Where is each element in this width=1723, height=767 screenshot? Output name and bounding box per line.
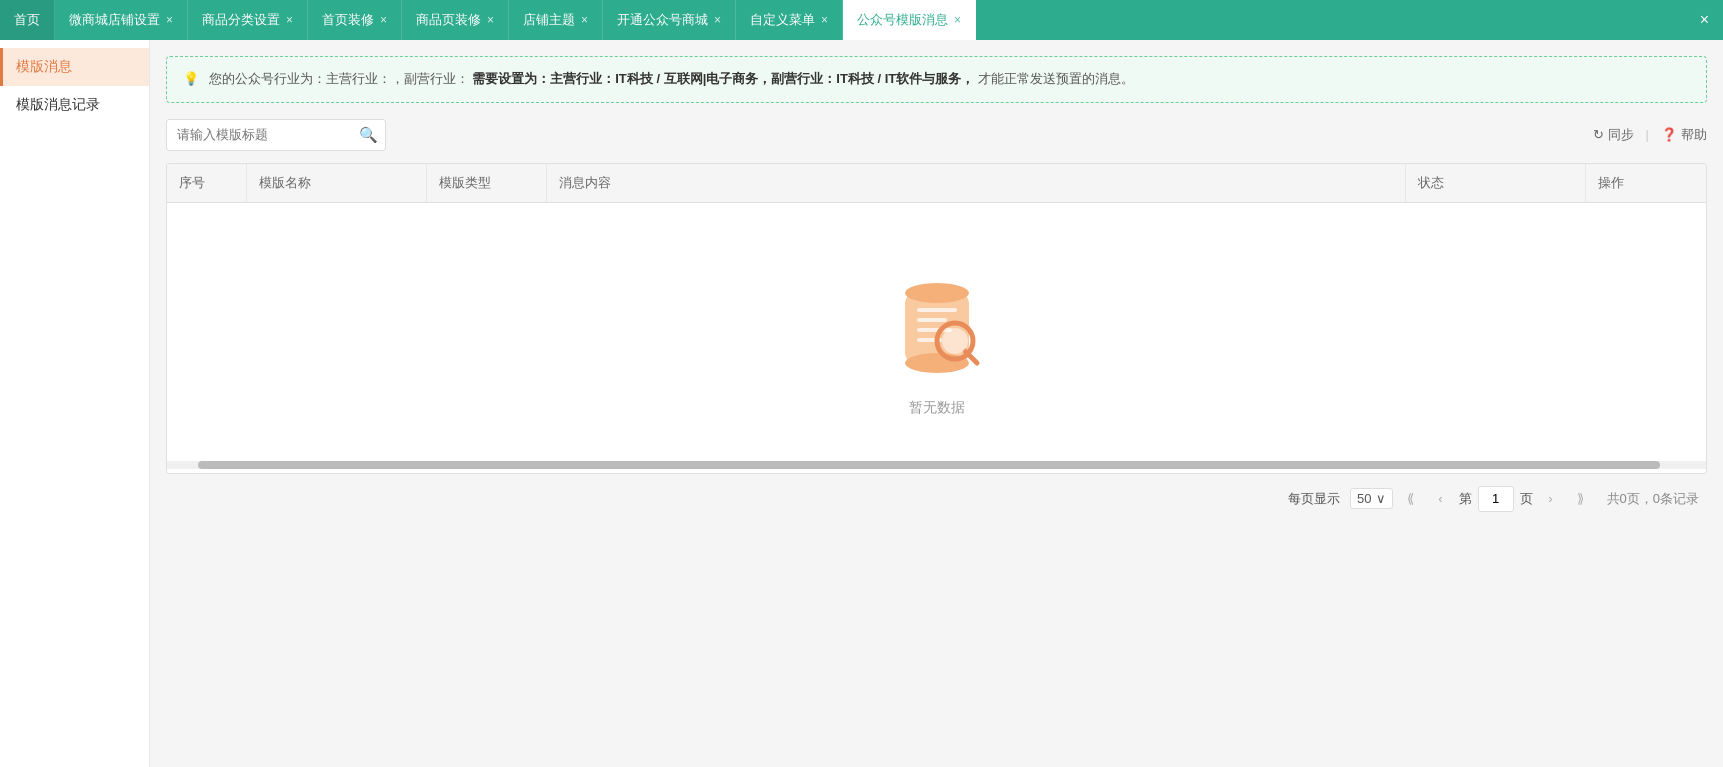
- sync-button[interactable]: ↻ 同步: [1593, 126, 1634, 144]
- notice-box: 💡 您的公众号行业为：主营行业：，副营行业： 需要设置为：主营行业：IT科技 /…: [166, 56, 1707, 103]
- help-button[interactable]: ❓ 帮助: [1661, 126, 1707, 144]
- close-icon[interactable]: ×: [821, 13, 828, 27]
- divider: |: [1646, 127, 1649, 142]
- empty-text: 暂无数据: [909, 399, 965, 417]
- search-icon[interactable]: 🔍: [359, 126, 378, 144]
- table-header-状态: 状态: [1406, 164, 1586, 202]
- top-nav-item-自定义菜单[interactable]: 自定义菜单×: [736, 0, 843, 40]
- close-icon[interactable]: ×: [380, 13, 387, 27]
- table-header: 序号模版名称模版类型消息内容状态操作: [167, 164, 1706, 203]
- svg-rect-5: [917, 318, 947, 322]
- close-icon[interactable]: ×: [286, 13, 293, 27]
- svg-point-2: [905, 283, 969, 303]
- search-bar: 🔍 ↻ 同步 | ❓ 帮助: [166, 119, 1707, 151]
- close-icon[interactable]: ×: [954, 13, 961, 27]
- top-nav: 首页微商城店铺设置×商品分类设置×首页装修×商品页装修×店铺主题×开通公众号商城…: [0, 0, 1723, 40]
- sidebar-item-模版消息[interactable]: 模版消息: [0, 48, 149, 86]
- table-header-消息内容: 消息内容: [547, 164, 1406, 202]
- search-input[interactable]: [166, 119, 386, 151]
- svg-point-10: [942, 328, 968, 354]
- top-nav-item-微商城店铺设置[interactable]: 微商城店铺设置×: [55, 0, 188, 40]
- empty-state: 暂无数据: [167, 203, 1706, 457]
- close-all-button[interactable]: ×: [1686, 0, 1723, 40]
- table-header-模版类型: 模版类型: [427, 164, 547, 202]
- empty-illustration: [877, 263, 997, 383]
- top-nav-item-商品分类设置[interactable]: 商品分类设置×: [188, 0, 308, 40]
- content-area: 💡 您的公众号行业为：主营行业：，副营行业： 需要设置为：主营行业：IT科技 /…: [150, 40, 1723, 767]
- top-nav-item-店铺主题[interactable]: 店铺主题×: [509, 0, 603, 40]
- table-header-模版名称: 模版名称: [247, 164, 427, 202]
- notice-text2: 才能正常发送预置的消息。: [978, 71, 1134, 86]
- page-label: 第: [1459, 490, 1472, 508]
- notice-icon: 💡: [183, 71, 199, 86]
- first-page-button[interactable]: ⟪: [1399, 487, 1423, 511]
- sidebar: 模版消息模版消息记录: [0, 40, 150, 767]
- prev-page-button[interactable]: ‹: [1429, 487, 1453, 511]
- notice-text1: 您的公众号行业为：主营行业：，副营行业：: [209, 71, 469, 86]
- close-icon[interactable]: ×: [581, 13, 588, 27]
- next-page-button[interactable]: ›: [1539, 487, 1563, 511]
- top-nav-item-公众号模版消息[interactable]: 公众号模版消息×: [843, 0, 976, 40]
- close-icon[interactable]: ×: [166, 13, 173, 27]
- close-icon[interactable]: ×: [714, 13, 721, 27]
- notice-highlight: 需要设置为：主营行业：IT科技 / 互联网|电子商务，副营行业：IT科技 / I…: [472, 71, 974, 86]
- svg-rect-4: [917, 308, 957, 312]
- sync-label: 同步: [1608, 126, 1634, 144]
- sidebar-item-模版消息记录[interactable]: 模版消息记录: [0, 86, 149, 124]
- help-icon: ❓: [1661, 127, 1677, 142]
- search-input-wrap: 🔍: [166, 119, 386, 151]
- page-input[interactable]: [1478, 486, 1514, 512]
- main-layout: 模版消息模版消息记录 💡 您的公众号行业为：主营行业：，副营行业： 需要设置为：…: [0, 40, 1723, 767]
- table-header-操作: 操作: [1586, 164, 1706, 202]
- table-header-序号: 序号: [167, 164, 247, 202]
- page-unit: 页: [1520, 490, 1533, 508]
- per-page-value: 50: [1357, 491, 1371, 506]
- pagination: 每页显示 50 ∨ ⟪ ‹ 第 页 › ⟫ 共0页，0条记录: [166, 474, 1707, 520]
- help-label: 帮助: [1681, 126, 1707, 144]
- top-nav-item-首页装修[interactable]: 首页装修×: [308, 0, 402, 40]
- last-page-button[interactable]: ⟫: [1569, 487, 1593, 511]
- total-info: 共0页，0条记录: [1607, 490, 1699, 508]
- scrollbar-thumb[interactable]: [198, 461, 1660, 469]
- per-page-label: 每页显示: [1288, 490, 1340, 508]
- scrollbar-row[interactable]: [167, 461, 1706, 469]
- close-icon[interactable]: ×: [487, 13, 494, 27]
- per-page-select[interactable]: 50 ∨: [1350, 488, 1392, 509]
- sync-icon: ↻: [1593, 127, 1604, 142]
- top-nav-item-商品页装修[interactable]: 商品页装修×: [402, 0, 509, 40]
- chevron-down-icon: ∨: [1376, 491, 1386, 506]
- toolbar-right: ↻ 同步 | ❓ 帮助: [1593, 126, 1707, 144]
- top-nav-item-首页[interactable]: 首页: [0, 0, 55, 40]
- table-wrap: 序号模版名称模版类型消息内容状态操作: [166, 163, 1707, 474]
- top-nav-item-开通公众号商城[interactable]: 开通公众号商城×: [603, 0, 736, 40]
